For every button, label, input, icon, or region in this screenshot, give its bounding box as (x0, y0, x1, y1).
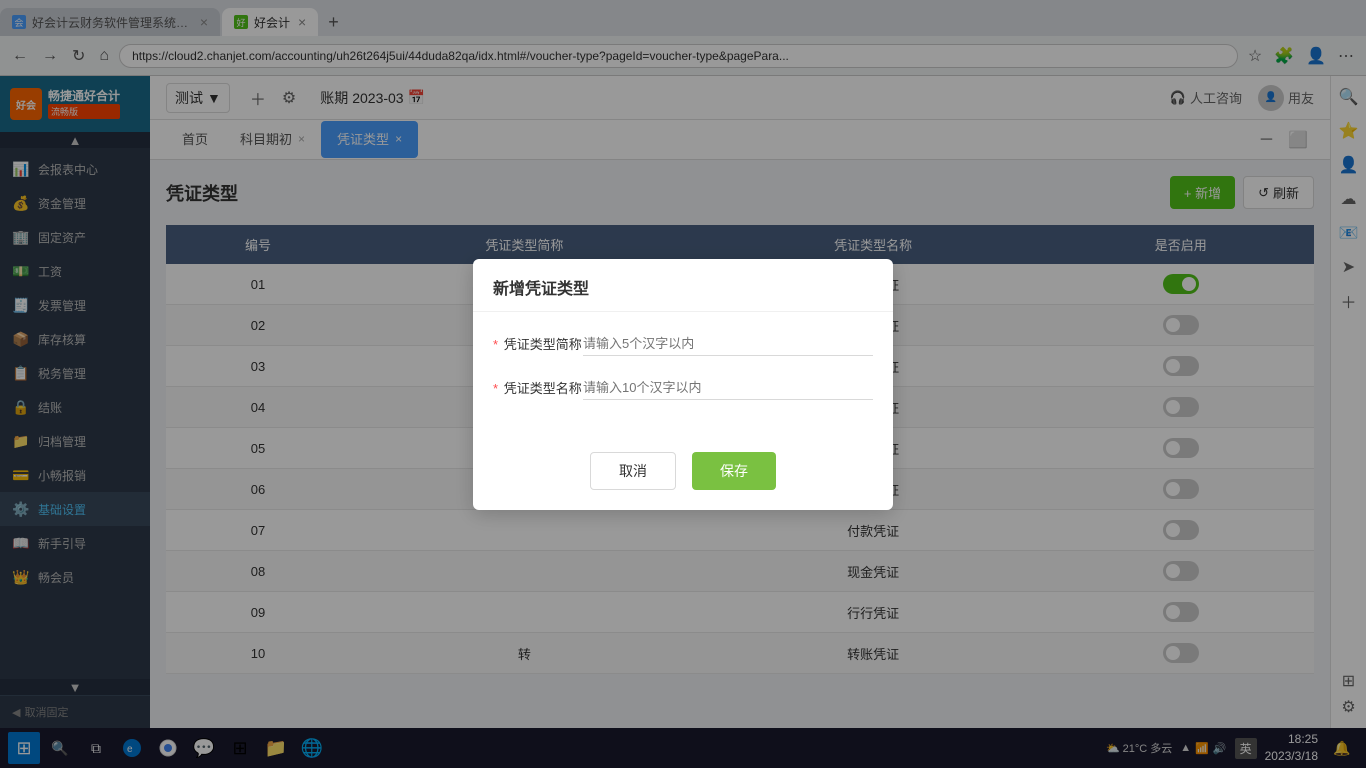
voucher-name-input[interactable] (583, 376, 873, 400)
save-button[interactable]: 保存 (692, 452, 776, 490)
form-label-name: * 凭证类型名称 (493, 378, 583, 397)
modal-overlay: 新增凭证类型 * 凭证类型简称 * 凭证类型名称 取消 保存 (0, 0, 1366, 768)
modal-title: 新增凭证类型 (493, 281, 589, 298)
modal-body: * 凭证类型简称 * 凭证类型名称 (473, 312, 893, 440)
form-label-abbr: * 凭证类型简称 (493, 334, 583, 353)
form-row-name: * 凭证类型名称 (493, 376, 873, 400)
add-voucher-type-modal: 新增凭证类型 * 凭证类型简称 * 凭证类型名称 取消 保存 (473, 259, 893, 510)
required-star-abbr: * (493, 337, 498, 352)
modal-header: 新增凭证类型 (473, 259, 893, 312)
required-star-name: * (493, 381, 498, 396)
label-text-abbr: 凭证类型简称 (504, 337, 582, 352)
form-row-abbr: * 凭证类型简称 (493, 332, 873, 356)
label-text-name: 凭证类型名称 (504, 381, 582, 396)
voucher-abbr-input[interactable] (583, 332, 873, 356)
cancel-button[interactable]: 取消 (590, 452, 676, 490)
modal-footer: 取消 保存 (473, 440, 893, 510)
